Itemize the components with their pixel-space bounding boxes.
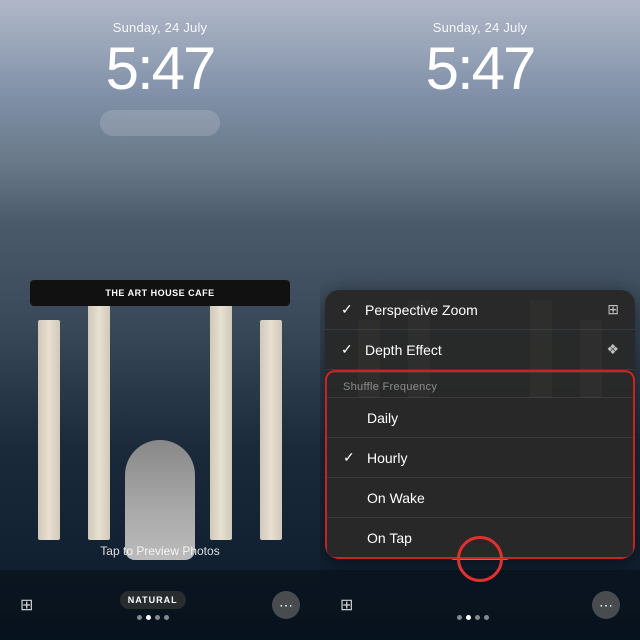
pillar-right bbox=[260, 320, 282, 540]
right-date: Sunday, 24 July bbox=[320, 20, 640, 35]
red-circle-highlight bbox=[457, 536, 503, 582]
shuffle-frequency-section: Shuffle Frequency ✓ Daily ✓ Hourly ✓ On … bbox=[325, 370, 635, 559]
on-wake-item[interactable]: ✓ On Wake bbox=[327, 478, 633, 518]
pillar-center-right bbox=[210, 300, 232, 540]
dots-row bbox=[137, 615, 169, 620]
dot-3 bbox=[155, 615, 160, 620]
shuffle-items-list: ✓ Daily ✓ Hourly ✓ On Wake ✓ On Tap bbox=[327, 398, 633, 557]
right-dots-row bbox=[457, 615, 489, 620]
depth-effect-icon: ❖ bbox=[606, 341, 619, 358]
shuffle-frequency-header: Shuffle Frequency bbox=[327, 372, 633, 398]
perspective-zoom-item[interactable]: ✓ Perspective Zoom ⊞ bbox=[325, 290, 635, 330]
hourly-item[interactable]: ✓ Hourly bbox=[327, 438, 633, 478]
dot-2 bbox=[146, 615, 151, 620]
left-bottom-bar: ⊞ NATURAL ⋯ bbox=[0, 570, 320, 640]
perspective-zoom-label: Perspective Zoom bbox=[365, 302, 478, 318]
depth-effect-check: ✓ bbox=[341, 341, 361, 358]
dot-4 bbox=[164, 615, 169, 620]
more-button-left[interactable]: ⋯ bbox=[272, 591, 300, 619]
left-clock-area: Sunday, 24 July 5:47 bbox=[0, 20, 320, 99]
grid-icon-right[interactable]: ⊞ bbox=[340, 595, 353, 615]
on-wake-label: On Wake bbox=[367, 490, 425, 506]
more-icon-left: ⋯ bbox=[279, 597, 293, 614]
left-phone-panel: THE ART HOUSE CAFE Sunday, 24 July 5:47 … bbox=[0, 0, 320, 640]
person-silhouette bbox=[125, 440, 195, 560]
context-menu: ✓ Perspective Zoom ⊞ ✓ Depth Effect ❖ Sh… bbox=[325, 290, 635, 559]
right-time: 5:47 bbox=[320, 39, 640, 99]
perspective-zoom-icon: ⊞ bbox=[607, 301, 619, 318]
right-dot-1 bbox=[457, 615, 462, 620]
depth-effect-item[interactable]: ✓ Depth Effect ❖ bbox=[325, 330, 635, 370]
more-icon-right: ⋯ bbox=[599, 597, 613, 614]
hourly-label: Hourly bbox=[367, 450, 407, 466]
left-date: Sunday, 24 July bbox=[0, 20, 320, 35]
more-button-right[interactable]: ⋯ bbox=[592, 591, 620, 619]
pillar-left bbox=[38, 320, 60, 540]
hourly-check: ✓ bbox=[343, 449, 363, 466]
style-label: NATURAL bbox=[120, 591, 186, 609]
left-time: 5:47 bbox=[0, 39, 320, 99]
depth-effect-label: Depth Effect bbox=[365, 342, 442, 358]
right-dot-4 bbox=[484, 615, 489, 620]
on-tap-label: On Tap bbox=[367, 530, 412, 546]
notification-pill bbox=[100, 110, 220, 136]
pillar-center-left bbox=[88, 300, 110, 540]
perspective-zoom-check: ✓ bbox=[341, 301, 361, 318]
right-dot-3 bbox=[475, 615, 480, 620]
right-clock-area: Sunday, 24 July 5:47 bbox=[320, 20, 640, 99]
grid-icon-left[interactable]: ⊞ bbox=[20, 595, 33, 615]
right-phone-panel: Sunday, 24 July 5:47 ✓ Perspective Zoom … bbox=[320, 0, 640, 640]
cafe-sign: THE ART HOUSE CAFE bbox=[30, 280, 290, 306]
daily-item[interactable]: ✓ Daily bbox=[327, 398, 633, 438]
tap-preview-text: Tap to Preview Photos bbox=[0, 544, 320, 558]
daily-label: Daily bbox=[367, 410, 398, 426]
right-dot-2 bbox=[466, 615, 471, 620]
dot-1 bbox=[137, 615, 142, 620]
